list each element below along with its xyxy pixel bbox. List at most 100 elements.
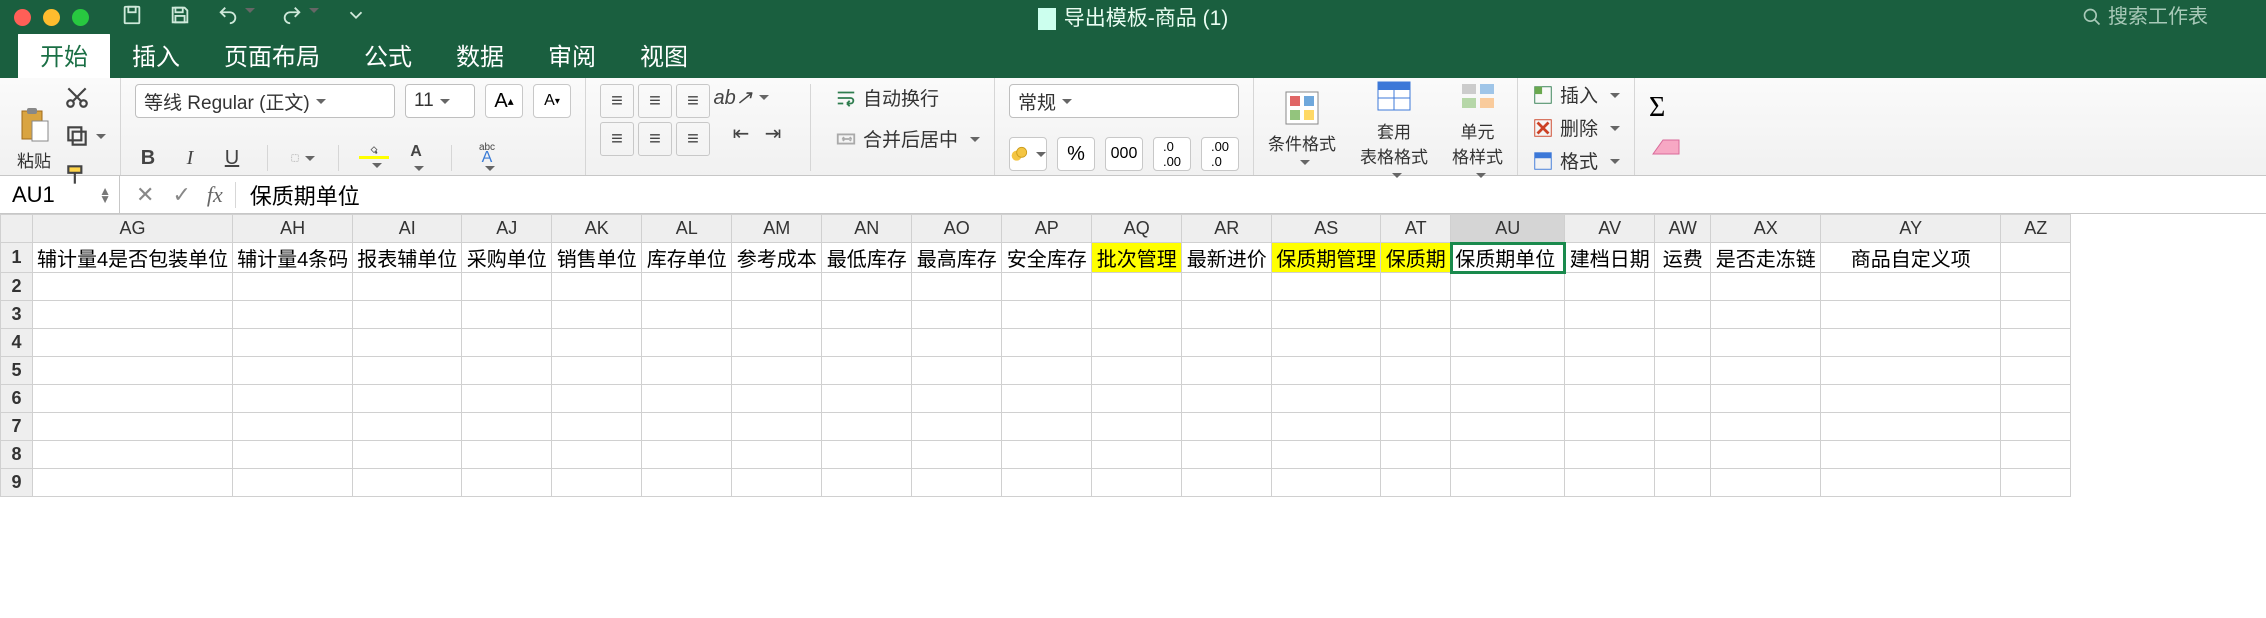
cell-AN9[interactable] (822, 469, 912, 497)
cell-AV9[interactable] (1565, 469, 1655, 497)
cell-AS7[interactable] (1272, 413, 1381, 441)
cell-AR1[interactable]: 最新进价 (1182, 243, 1272, 273)
increase-decimal-icon[interactable]: .0.00 (1153, 137, 1191, 171)
cell-AK9[interactable] (552, 469, 642, 497)
cell-AU9[interactable] (1451, 469, 1565, 497)
col-header-AX[interactable]: AX (1711, 215, 1821, 243)
cell-AV2[interactable] (1565, 273, 1655, 301)
search-input[interactable] (2108, 6, 2248, 29)
redo-icon[interactable] (281, 4, 319, 31)
cell-AZ9[interactable] (2001, 469, 2071, 497)
cell-AS1[interactable]: 保质期管理 (1272, 243, 1381, 273)
cell-AV1[interactable]: 建档日期 (1565, 243, 1655, 273)
cell-AN5[interactable] (822, 357, 912, 385)
col-header-AG[interactable]: AG (33, 215, 233, 243)
cell-AL7[interactable] (642, 413, 732, 441)
cell-AM4[interactable] (732, 329, 822, 357)
merge-center-button[interactable]: 合并后居中 (835, 125, 980, 152)
undo-icon[interactable] (217, 4, 255, 31)
cell-AT1[interactable]: 保质期 (1381, 243, 1451, 273)
cell-AM8[interactable] (732, 441, 822, 469)
cell-AL4[interactable] (642, 329, 732, 357)
cell-AV5[interactable] (1565, 357, 1655, 385)
cell-AQ5[interactable] (1092, 357, 1182, 385)
cell-AY4[interactable] (1821, 329, 2001, 357)
underline-button[interactable]: U (219, 145, 245, 171)
cell-AK8[interactable] (552, 441, 642, 469)
cell-AQ3[interactable] (1092, 301, 1182, 329)
tab-视图[interactable]: 视图 (618, 31, 710, 78)
cell-AR6[interactable] (1182, 385, 1272, 413)
cell-AK4[interactable] (552, 329, 642, 357)
cell-AZ2[interactable] (2001, 273, 2071, 301)
cell-AJ9[interactable] (462, 469, 552, 497)
cell-AU6[interactable] (1451, 385, 1565, 413)
cell-AJ1[interactable]: 采购单位 (462, 243, 552, 273)
cell-AM2[interactable] (732, 273, 822, 301)
cell-AJ3[interactable] (462, 301, 552, 329)
cell-AN1[interactable]: 最低库存 (822, 243, 912, 273)
cell-AK7[interactable] (552, 413, 642, 441)
minimize-window-icon[interactable] (43, 9, 60, 26)
cell-AG9[interactable] (33, 469, 233, 497)
increase-indent-icon[interactable]: ⇥ (760, 120, 786, 146)
cell-AT6[interactable] (1381, 385, 1451, 413)
cell-AO9[interactable] (912, 469, 1002, 497)
cell-AT4[interactable] (1381, 329, 1451, 357)
cell-AU1[interactable]: 保质期单位 (1451, 243, 1565, 273)
cell-AM7[interactable] (732, 413, 822, 441)
tab-页面布局[interactable]: 页面布局 (202, 31, 342, 78)
cell-AX8[interactable] (1711, 441, 1821, 469)
cell-AX7[interactable] (1711, 413, 1821, 441)
cell-AV3[interactable] (1565, 301, 1655, 329)
align-bottom-icon[interactable]: ≡ (676, 84, 710, 118)
spreadsheet-grid[interactable]: AGAHAIAJAKALAMANAOAPAQARASATAUAVAWAXAYAZ… (0, 214, 2266, 497)
decrease-decimal-icon[interactable]: .00.0 (1201, 137, 1239, 171)
cell-AK5[interactable] (552, 357, 642, 385)
conditional-format-button[interactable]: 条件格式 (1268, 88, 1336, 167)
cell-AY5[interactable] (1821, 357, 2001, 385)
formula-content[interactable]: 保质期单位 (236, 179, 360, 211)
col-header-AH[interactable]: AH (233, 215, 353, 243)
cell-AG7[interactable] (33, 413, 233, 441)
cell-AI8[interactable] (353, 441, 462, 469)
cell-AU2[interactable] (1451, 273, 1565, 301)
cell-AW9[interactable] (1655, 469, 1711, 497)
cell-AI6[interactable] (353, 385, 462, 413)
cell-AP2[interactable] (1002, 273, 1092, 301)
cell-AZ7[interactable] (2001, 413, 2071, 441)
clear-icon[interactable] (1649, 134, 1683, 163)
cell-AZ5[interactable] (2001, 357, 2071, 385)
tab-开始[interactable]: 开始 (18, 31, 110, 78)
cell-AI3[interactable] (353, 301, 462, 329)
col-header-AW[interactable]: AW (1655, 215, 1711, 243)
cell-AS6[interactable] (1272, 385, 1381, 413)
row-header-9[interactable]: 9 (1, 469, 33, 497)
cell-AH6[interactable] (233, 385, 353, 413)
cell-AZ4[interactable] (2001, 329, 2071, 357)
col-header-AO[interactable]: AO (912, 215, 1002, 243)
cell-AL5[interactable] (642, 357, 732, 385)
cell-AX2[interactable] (1711, 273, 1821, 301)
col-header-AN[interactable]: AN (822, 215, 912, 243)
cell-AV6[interactable] (1565, 385, 1655, 413)
cell-AR9[interactable] (1182, 469, 1272, 497)
cell-AN7[interactable] (822, 413, 912, 441)
font-name-select[interactable]: 等线 Regular (正文) (135, 84, 395, 118)
cell-AY9[interactable] (1821, 469, 2001, 497)
cell-AG1[interactable]: 辅计量4是否包装单位 (33, 243, 233, 273)
enter-formula-icon[interactable]: ✓ (172, 182, 190, 208)
cell-AX5[interactable] (1711, 357, 1821, 385)
cell-AY3[interactable] (1821, 301, 2001, 329)
cell-AY7[interactable] (1821, 413, 2001, 441)
row-header-8[interactable]: 8 (1, 441, 33, 469)
cell-AQ2[interactable] (1092, 273, 1182, 301)
tab-公式[interactable]: 公式 (342, 31, 434, 78)
cell-AQ9[interactable] (1092, 469, 1182, 497)
row-header-6[interactable]: 6 (1, 385, 33, 413)
row-header-7[interactable]: 7 (1, 413, 33, 441)
cell-AN2[interactable] (822, 273, 912, 301)
cell-AP7[interactable] (1002, 413, 1092, 441)
cell-AX6[interactable] (1711, 385, 1821, 413)
cell-AN8[interactable] (822, 441, 912, 469)
